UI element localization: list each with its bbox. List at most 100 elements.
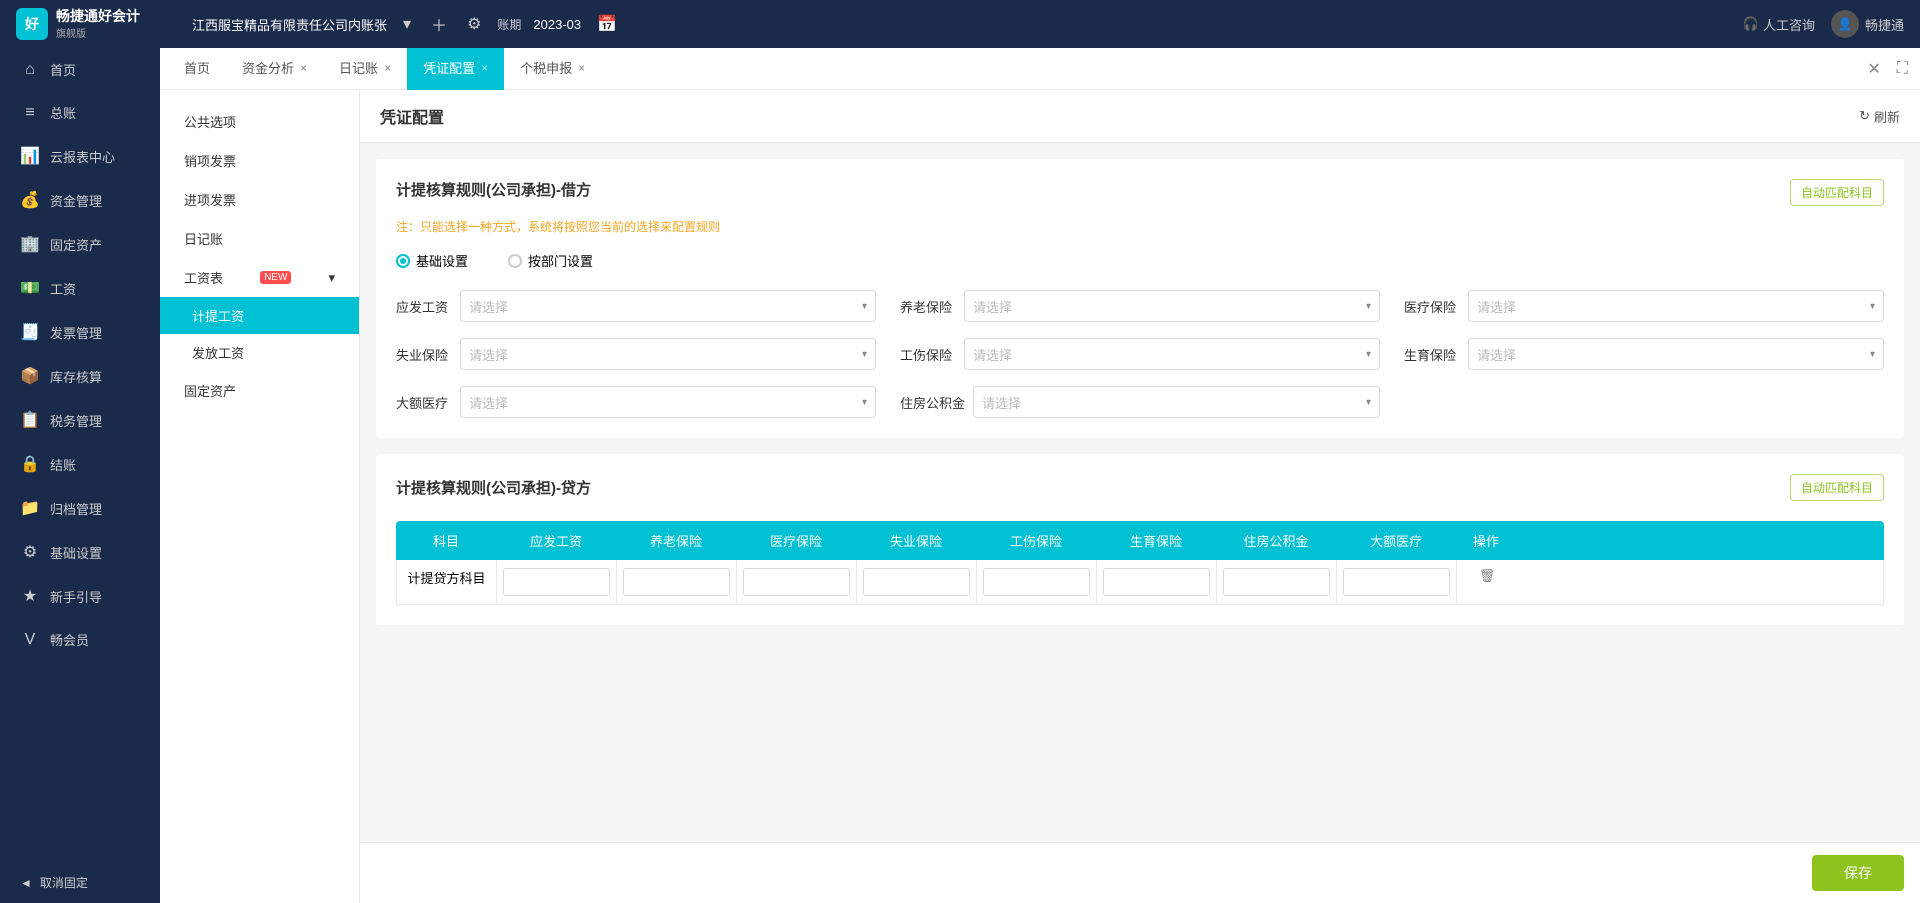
sidebar-label-reports: 云报表中心 xyxy=(50,147,115,166)
radio-dept-label: 按部门设置 xyxy=(528,251,593,270)
input-big-medical[interactable] xyxy=(1343,568,1450,596)
radio-dept[interactable]: 按部门设置 xyxy=(508,251,593,270)
debit-section-title: 计提核算规则(公司承担)-借方 xyxy=(396,179,591,200)
apply-salary-select[interactable]: 请选择 ▾ xyxy=(460,290,876,322)
sub-nav-sales[interactable]: 销项发票 xyxy=(160,141,359,180)
tab-tax-close[interactable]: × xyxy=(578,61,585,75)
logo-text-area: 畅捷通好会计 旗舰版 xyxy=(56,8,140,40)
input-apply-salary[interactable] xyxy=(503,568,610,596)
injury-arrow: ▾ xyxy=(1366,349,1371,360)
close-tab-btn[interactable]: ✕ xyxy=(1863,55,1884,83)
chevron-down-icon: ▾ xyxy=(328,270,335,286)
sidebar-item-archive[interactable]: 📁 归档管理 xyxy=(0,486,160,530)
sidebar-item-inventory[interactable]: 📦 库存核算 xyxy=(0,354,160,398)
tax-icon: 📋 xyxy=(20,410,40,430)
sub-nav-public[interactable]: 公共选项 xyxy=(160,102,359,141)
radio-basic-label: 基础设置 xyxy=(416,251,468,270)
sidebar-item-invoices[interactable]: 🧾 发票管理 xyxy=(0,310,160,354)
credit-auto-match-btn[interactable]: 自动匹配科目 xyxy=(1790,474,1884,501)
tab-home[interactable]: 首页 xyxy=(168,48,226,90)
ledger-icon: ≡ xyxy=(20,104,40,122)
add-account-btn[interactable]: ＋ xyxy=(427,8,451,40)
sidebar-label-funds: 资金管理 xyxy=(50,191,102,210)
sidebar-label-settings: 基础设置 xyxy=(50,543,102,562)
cancel-pin-btn[interactable]: ◄ 取消固定 xyxy=(0,862,160,903)
unemployment-placeholder: 请选择 xyxy=(469,345,508,364)
debit-section: 计提核算规则(公司承担)-借方 自动匹配科目 注：只能选择一种方式，系统将按照您… xyxy=(376,159,1904,438)
sidebar-item-close[interactable]: 🔒 结账 xyxy=(0,442,160,486)
injury-placeholder: 请选择 xyxy=(973,345,1012,364)
sub-nav-purchase[interactable]: 进项发票 xyxy=(160,180,359,219)
sidebar-item-reports[interactable]: 📊 云报表中心 xyxy=(0,134,160,178)
company-dropdown-btn[interactable]: ▾ xyxy=(399,10,415,38)
tab-diary-close[interactable]: × xyxy=(384,61,391,75)
sub-nav-diary[interactable]: 日记账 xyxy=(160,219,359,258)
tab-voucher[interactable]: 凭证配置 × xyxy=(407,48,504,90)
maternity-arrow: ▾ xyxy=(1870,349,1875,360)
payroll-table-label: 工资表 xyxy=(184,268,223,287)
calendar-btn[interactable]: 📅 xyxy=(593,10,621,38)
table-header: 科目 应发工资 养老保险 医疗保险 失业保险 工伤保险 生育保险 住房公积金 大… xyxy=(396,521,1884,560)
input-pension[interactable] xyxy=(623,568,730,596)
refresh-label: 刷新 xyxy=(1874,107,1900,126)
input-unemployment[interactable] xyxy=(863,568,970,596)
main-layout: ⌂ 首页 ≡ 总账 📊 云报表中心 💰 资金管理 🏢 固定资产 💵 工资 🧾 发… xyxy=(0,48,1920,903)
tab-tax[interactable]: 个税申报 × xyxy=(504,48,601,90)
service-btn[interactable]: 🎧 人工咨询 xyxy=(1743,15,1815,34)
radio-basic[interactable]: 基础设置 xyxy=(396,251,468,270)
sidebar-label-archive: 归档管理 xyxy=(50,499,102,518)
debit-auto-match-btn[interactable]: 自动匹配科目 xyxy=(1790,179,1884,206)
col-maternity: 生育保险 xyxy=(1096,521,1216,560)
inventory-icon: 📦 xyxy=(20,366,40,386)
refresh-btn[interactable]: ↻ 刷新 xyxy=(1859,107,1900,126)
credit-section: 计提核算规则(公司承担)-贷方 自动匹配科目 科目 应发工资 养老保险 医疗保险… xyxy=(376,454,1904,625)
guide-icon: ★ xyxy=(20,586,40,606)
sub-nav-pay-payroll[interactable]: 发放工资 xyxy=(160,334,359,371)
sidebar-item-tax[interactable]: 📋 税务管理 xyxy=(0,398,160,442)
vip-icon: V xyxy=(20,631,40,649)
tab-voucher-close[interactable]: × xyxy=(481,61,488,75)
input-medical[interactable] xyxy=(743,568,850,596)
tab-diary[interactable]: 日记账 × xyxy=(323,48,407,90)
housing-select[interactable]: 请选择 ▾ xyxy=(973,386,1380,418)
form-big-medical: 大额医疗 请选择 ▾ xyxy=(396,386,876,418)
sidebar-item-payroll[interactable]: 💵 工资 xyxy=(0,266,160,310)
settings-btn[interactable]: ⚙ xyxy=(463,10,485,38)
form-apply-salary: 应发工资 请选择 ▾ xyxy=(396,290,876,322)
medical-select[interactable]: 请选择 ▾ xyxy=(1468,290,1884,322)
sidebar-item-home[interactable]: ⌂ 首页 xyxy=(0,48,160,91)
tab-funds[interactable]: 资金分析 × xyxy=(226,48,323,90)
sub-nav-payroll-table[interactable]: 工资表 NEW ▾ xyxy=(160,258,359,297)
save-btn[interactable]: 保存 xyxy=(1812,855,1904,891)
form-pension: 养老保险 请选择 ▾ xyxy=(900,290,1380,322)
sub-nav-calc-payroll[interactable]: 计提工资 xyxy=(160,297,359,334)
big-medical-select[interactable]: 请选择 ▾ xyxy=(460,386,876,418)
delete-row-btn[interactable]: 🗑 xyxy=(1479,568,1496,583)
maternity-select[interactable]: 请选择 ▾ xyxy=(1468,338,1884,370)
radio-basic-circle xyxy=(396,254,410,268)
tab-funds-close[interactable]: × xyxy=(300,61,307,75)
sidebar-label-close: 结账 xyxy=(50,455,76,474)
sidebar-item-funds[interactable]: 💰 资金管理 xyxy=(0,178,160,222)
sidebar-item-ledger[interactable]: ≡ 总账 xyxy=(0,91,160,134)
sidebar-item-settings[interactable]: ⚙ 基础设置 xyxy=(0,530,160,574)
cell-maternity xyxy=(1097,560,1217,604)
input-maternity[interactable] xyxy=(1103,568,1210,596)
company-name: 江西服宝精品有限责任公司内账张 xyxy=(192,15,387,34)
sidebar-item-vip[interactable]: V 畅会员 xyxy=(0,618,160,661)
input-injury[interactable] xyxy=(983,568,1090,596)
sidebar-item-guide[interactable]: ★ 新手引导 xyxy=(0,574,160,618)
main-content: 凭证配置 ↻ 刷新 计提核算规则(公司承担)-借方 自动匹配科目 注：只能 xyxy=(360,90,1920,903)
period-value: 2023-03 xyxy=(533,17,581,32)
sidebar-item-assets[interactable]: 🏢 固定资产 xyxy=(0,222,160,266)
user-area[interactable]: 👤 畅捷通 xyxy=(1831,10,1904,38)
unemployment-select[interactable]: 请选择 ▾ xyxy=(460,338,876,370)
user-name: 畅捷通 xyxy=(1865,15,1904,34)
pension-select[interactable]: 请选择 ▾ xyxy=(964,290,1380,322)
sidebar-label-inventory: 库存核算 xyxy=(50,367,102,386)
injury-select[interactable]: 请选择 ▾ xyxy=(964,338,1380,370)
maximize-tab-btn[interactable]: ⛶ xyxy=(1893,55,1912,83)
header-right: 🎧 人工咨询 👤 畅捷通 xyxy=(1743,10,1904,38)
sub-nav-fixed-assets[interactable]: 固定资产 xyxy=(160,371,359,410)
input-housing[interactable] xyxy=(1223,568,1330,596)
